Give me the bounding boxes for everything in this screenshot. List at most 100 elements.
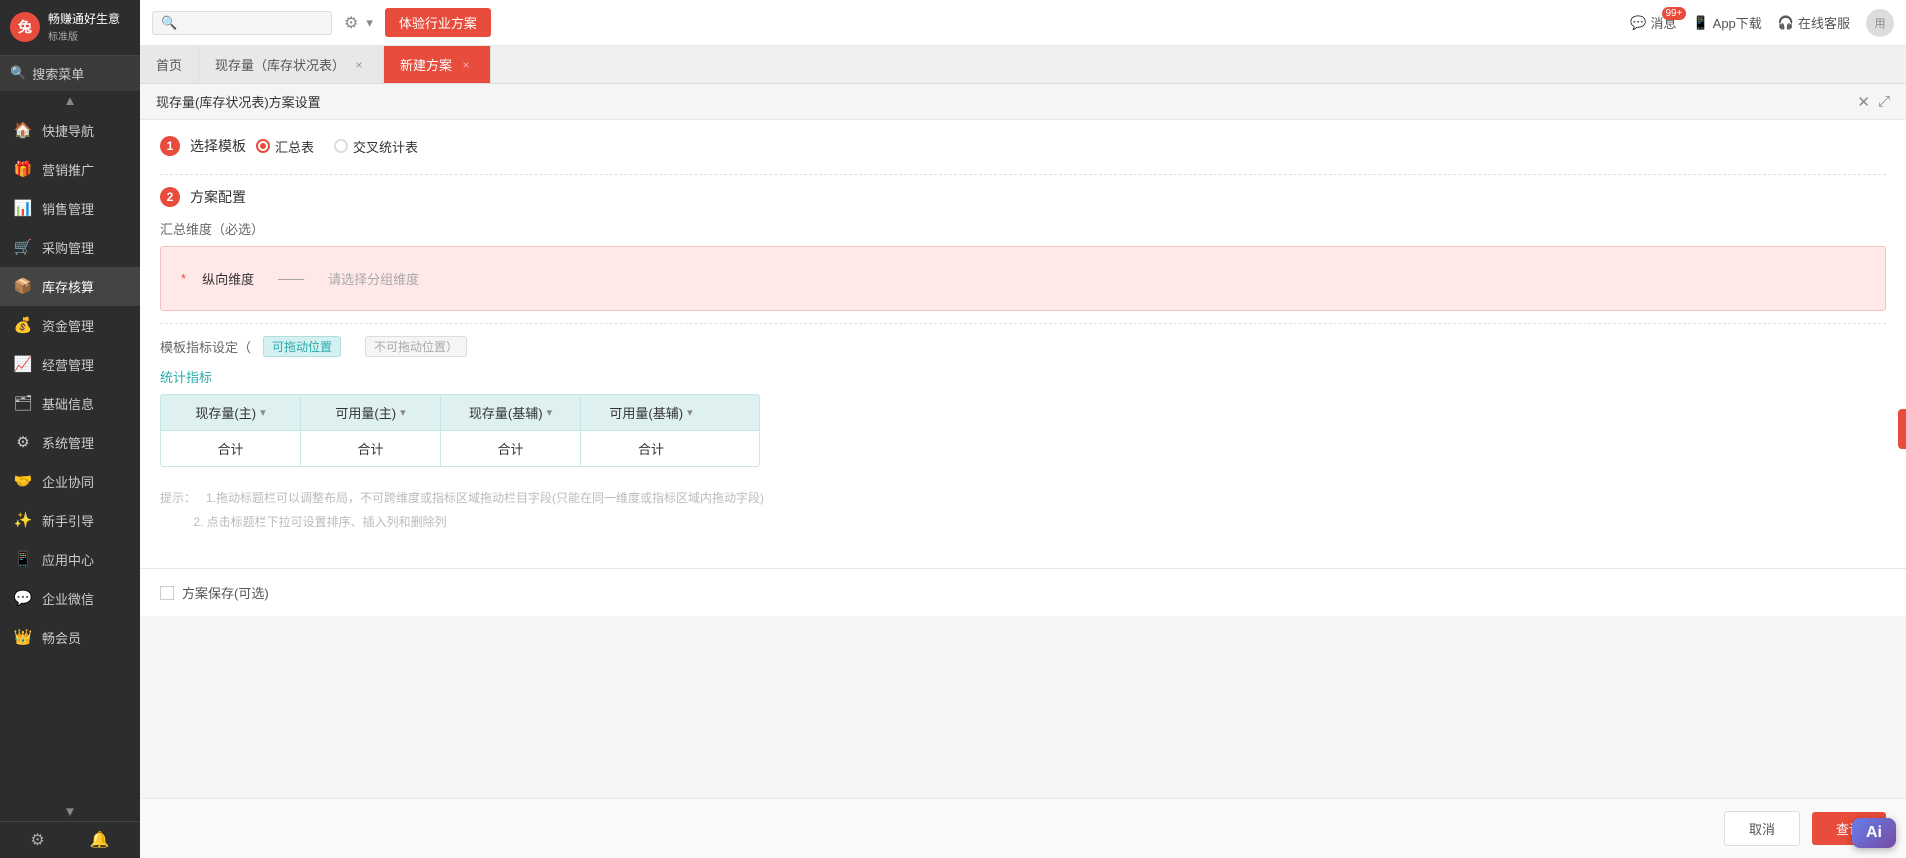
indicator-label-row: 模板指标设定（ 可拖动位置 不可拖动位置） [160, 336, 1886, 357]
indicator-prefix-label: 模板指标设定（ [160, 337, 251, 356]
panel-body: 1 选择模板 汇总表 交叉统计表 [140, 120, 1906, 568]
col-cell-0-value: 合计 [217, 439, 243, 458]
stats-table: 现存量(主) ▾ 可用量(主) ▾ 现存量(基辅) ▾ [160, 394, 760, 467]
col-cell-0: 合计 [161, 431, 301, 466]
step2-title: 方案配置 [190, 187, 246, 207]
sidebar-scroll-down[interactable]: ▼ [0, 801, 140, 821]
trending-icon: 📈 [14, 355, 32, 373]
sidebar-logo: 兔 畅赚通好生意 标准版 [0, 0, 140, 56]
col-header-2-label: 现存量(基辅) [469, 403, 543, 422]
sidebar-item-quick-nav[interactable]: 🏠 快捷导航 [0, 111, 140, 150]
user-name: 用 [1875, 15, 1886, 31]
dimension-box[interactable]: * 纵向维度 —— 请选择分组维度 [160, 246, 1886, 311]
col-header-1[interactable]: 可用量(主) ▾ [301, 395, 441, 430]
money-icon: 💰 [14, 316, 32, 334]
col-header-2[interactable]: 现存量(基辅) ▾ [441, 395, 581, 430]
app-download-label: App下载 [1713, 13, 1762, 32]
panel-close-icon[interactable]: ✕ [1857, 93, 1870, 111]
step1-badge: 1 [160, 136, 180, 156]
radio-cross-dot [334, 139, 348, 153]
folder-icon: 🗂 [14, 394, 32, 412]
sidebar-item-finance[interactable]: 💰 资金管理 [0, 306, 140, 345]
nav-label: 营销推广 [42, 160, 94, 179]
radio-summary-dot [256, 139, 270, 153]
chat-icon: 💬 [14, 589, 32, 607]
radio-cross-label: 交叉统计表 [353, 137, 418, 156]
radio-cross[interactable]: 交叉统计表 [334, 137, 418, 156]
save-checkbox[interactable] [160, 586, 174, 600]
online-service-label: 在线客服 [1798, 13, 1850, 32]
col-header-0[interactable]: 现存量(主) ▾ [161, 395, 301, 430]
sidebar-item-marketing[interactable]: 🎁 营销推广 [0, 150, 140, 189]
sidebar-search[interactable]: 🔍 搜索菜单 [0, 56, 140, 91]
nav-label: 基础信息 [42, 394, 94, 413]
online-service-button[interactable]: 🎧 在线客服 [1778, 13, 1850, 32]
sidebar-nav: 🏠 快捷导航 🎁 营销推广 📊 销售管理 🛒 采购管理 📦 库存核算 💰 资金管… [0, 111, 140, 801]
nav-label: 经营管理 [42, 355, 94, 374]
dimension-field-name: 纵向维度 [202, 269, 254, 288]
sidebar-item-cooperation[interactable]: 🤝 企业协同 [0, 462, 140, 501]
stats-section-label: 统计指标 [160, 367, 1886, 386]
tab-bar: 首页 现存量（库存状况表） × 新建方案 × [140, 46, 1906, 84]
app-download-button[interactable]: 📱 App下载 [1692, 13, 1761, 32]
stats-table-row: 合计 合计 合计 合计 [161, 430, 759, 466]
non-draggable-tag: 不可拖动位置） [365, 336, 467, 357]
topbar-search-input[interactable] [181, 16, 323, 30]
sidebar-item-business[interactable]: 📈 经营管理 [0, 345, 140, 384]
right-edge-handle[interactable] [1898, 409, 1906, 449]
tab-new-plan-close[interactable]: × [458, 57, 474, 73]
dimension-arrow: —— [278, 271, 304, 286]
main-area: 🔍 ⚙ ▾ 体验行业方案 💬 消息 99+ 📱 App下载 🎧 在线客服 用 [140, 0, 1906, 858]
divider1 [160, 174, 1886, 175]
ai-fab-button[interactable]: Ai [1852, 818, 1896, 848]
action-bar: 取消 查询 [140, 798, 1906, 858]
chart-icon: 📊 [14, 199, 32, 217]
cart-icon: 🛒 [14, 238, 32, 256]
col-header-3[interactable]: 可用量(基辅) ▾ [581, 395, 721, 430]
sound-footer-icon[interactable]: 🔔 [90, 830, 110, 850]
sidebar-item-app-center[interactable]: 📱 应用中心 [0, 540, 140, 579]
nav-label: 资金管理 [42, 316, 94, 335]
step1-section: 1 选择模板 汇总表 交叉统计表 [160, 136, 1886, 156]
sparkle-icon: ✨ [14, 511, 32, 529]
sidebar-item-system[interactable]: ⚙ 系统管理 [0, 423, 140, 462]
search-icon: 🔍 [10, 65, 26, 81]
headphone-icon: 🎧 [1778, 15, 1794, 31]
radio-summary[interactable]: 汇总表 [256, 137, 314, 156]
user-avatar[interactable]: 用 [1866, 9, 1894, 37]
tab-inventory-status-label: 现存量（库存状况表） [215, 55, 345, 74]
topbar-settings-icon[interactable]: ⚙ [344, 13, 358, 33]
template-radio-group: 汇总表 交叉统计表 [256, 137, 418, 156]
topbar-dropdown-icon[interactable]: ▾ [366, 15, 373, 31]
tab-inventory-close[interactable]: × [351, 57, 367, 73]
sidebar-item-basic-info[interactable]: 🗂 基础信息 [0, 384, 140, 423]
cancel-button[interactable]: 取消 [1724, 811, 1800, 846]
col-header-1-chevron: ▾ [400, 406, 406, 419]
nav-label: 应用中心 [42, 550, 94, 569]
tab-inventory-status[interactable]: 现存量（库存状况表） × [199, 46, 384, 83]
tab-home[interactable]: 首页 [140, 46, 199, 83]
nav-label: 畅会员 [42, 628, 81, 647]
panel-expand-icon[interactable]: ⤢ [1878, 93, 1890, 111]
mobile-icon: 📱 [14, 550, 32, 568]
radio-summary-label: 汇总表 [275, 137, 314, 156]
message-button[interactable]: 💬 消息 99+ [1630, 13, 1676, 32]
save-option-label: 方案保存(可选) [182, 583, 269, 602]
sidebar-item-purchase[interactable]: 🛒 采购管理 [0, 228, 140, 267]
tips-section: 提示： 1.拖动标题栏可以调整布局，不可跨维度或指标区域拖动栏目字段(只能在同一… [160, 486, 1886, 534]
step2-badge: 2 [160, 187, 180, 207]
divider2 [160, 323, 1886, 324]
sidebar-item-wechat[interactable]: 💬 企业微信 [0, 579, 140, 618]
sidebar-scroll-up[interactable]: ▲ [0, 91, 140, 111]
sidebar-item-inventory[interactable]: 📦 库存核算 [0, 267, 140, 306]
sidebar-item-new-guide[interactable]: ✨ 新手引导 [0, 501, 140, 540]
topbar: 🔍 ⚙ ▾ 体验行业方案 💬 消息 99+ 📱 App下载 🎧 在线客服 用 [140, 0, 1906, 46]
sidebar-item-sales[interactable]: 📊 销售管理 [0, 189, 140, 228]
settings-footer-icon[interactable]: ⚙ [30, 830, 44, 850]
sidebar-item-vip[interactable]: 👑 畅会员 [0, 618, 140, 657]
tab-new-plan[interactable]: 新建方案 × [384, 46, 491, 83]
panel-close-buttons: ✕ ⤢ [1857, 93, 1890, 111]
trial-industry-button[interactable]: 体验行业方案 [385, 8, 491, 37]
nav-label: 新手引导 [42, 511, 94, 530]
topbar-search-box[interactable]: 🔍 [152, 11, 332, 35]
